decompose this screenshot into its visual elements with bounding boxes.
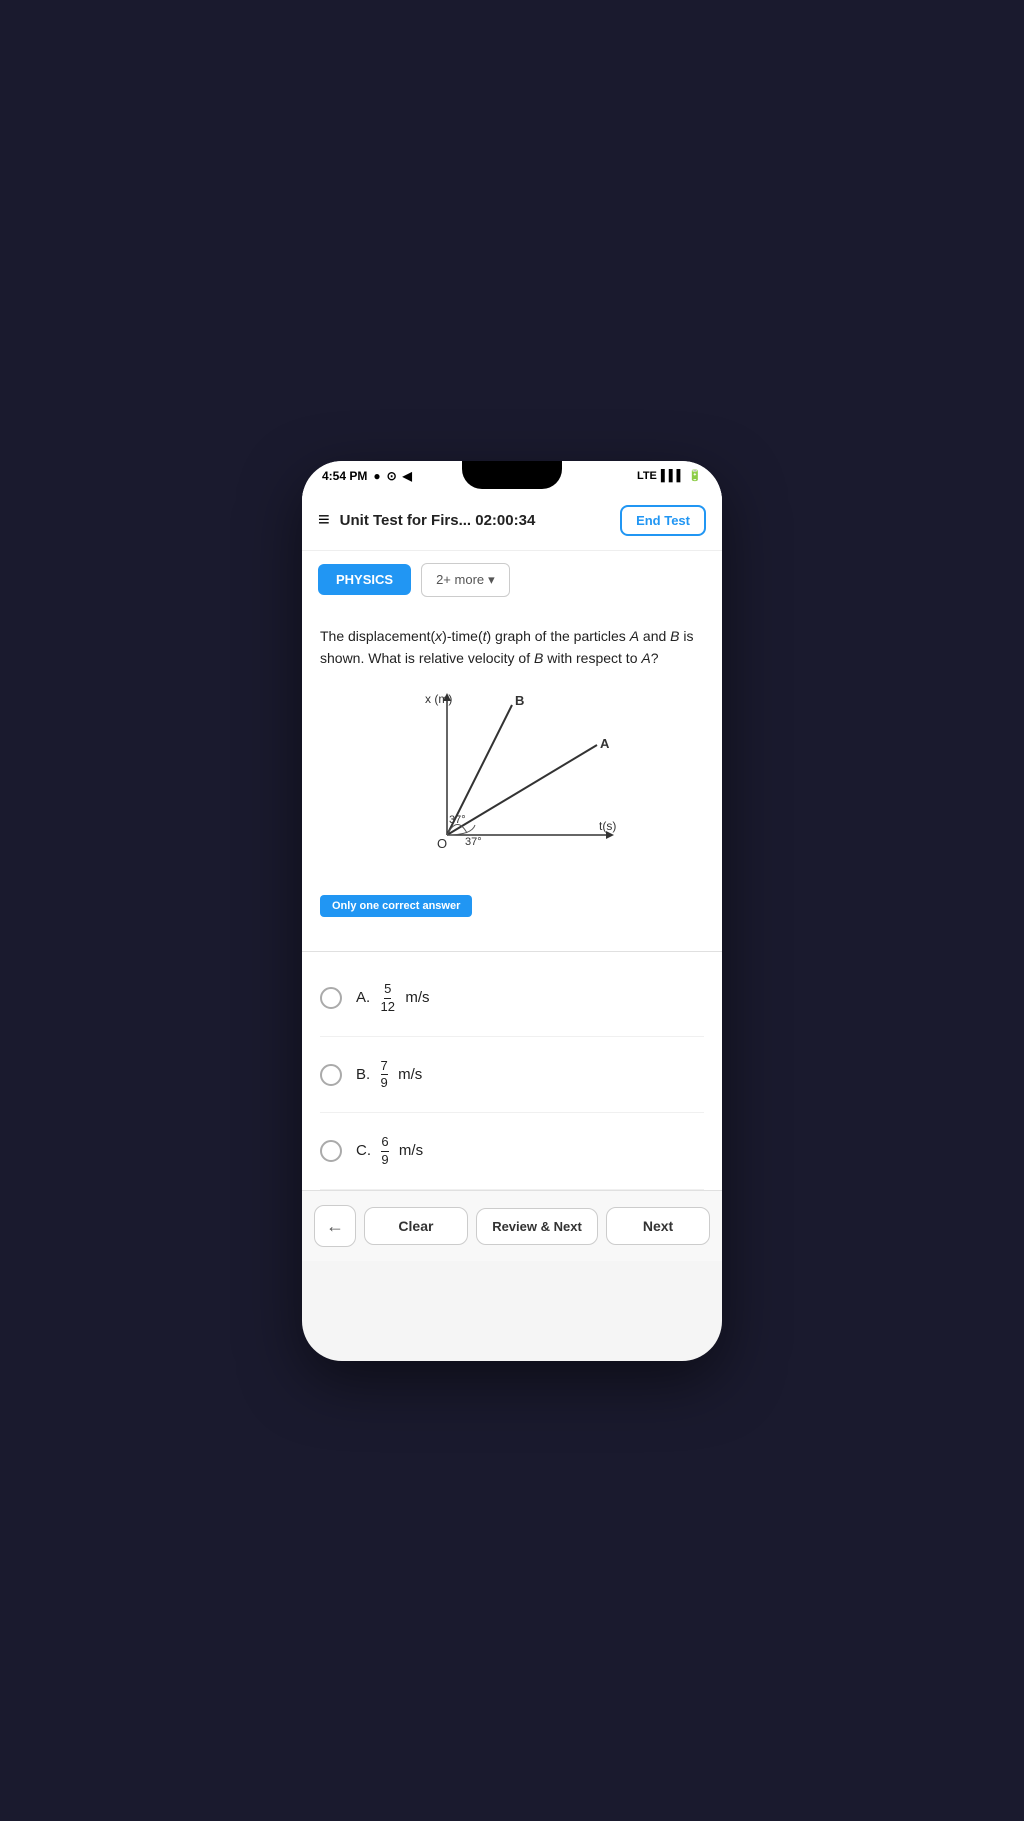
physics-tab[interactable]: PHYSICS: [318, 564, 411, 595]
network-label: LTE: [637, 470, 657, 482]
svg-text:37°: 37°: [465, 836, 482, 848]
subject-tabs: PHYSICS 2+ more ▾: [302, 551, 722, 609]
clear-button[interactable]: Clear: [364, 1207, 468, 1245]
graph-container: O x (m) t(s) B A: [320, 685, 704, 875]
app-header: ≡ Unit Test for Firs... 02:00:34 End Tes…: [302, 491, 722, 551]
page-title: Unit Test for Firs... 02:00:34: [340, 512, 536, 529]
arrow-left-icon: ←: [326, 1216, 344, 1237]
option-a-text: A. 5 12 m/s: [356, 982, 430, 1014]
menu-icon[interactable]: ≡: [318, 509, 330, 532]
chevron-down-icon: ▾: [488, 572, 495, 588]
radio-a[interactable]: [320, 987, 342, 1009]
header-left: ≡ Unit Test for Firs... 02:00:34: [318, 509, 535, 532]
app-content: ≡ Unit Test for Firs... 02:00:34 End Tes…: [302, 491, 722, 1262]
radio-c[interactable]: [320, 1140, 342, 1162]
time-display: 4:54 PM: [322, 469, 367, 483]
location-icon: ◀: [403, 469, 412, 483]
battery-icon: 🔋: [688, 469, 702, 482]
bottom-bar: ← Clear Review & Next Next: [302, 1190, 722, 1261]
svg-text:37°: 37°: [449, 814, 466, 826]
option-b[interactable]: B. 7 9 m/s: [320, 1037, 704, 1114]
status-right: LTE ▌▌▌ 🔋: [637, 469, 702, 482]
options-area: A. 5 12 m/s B. 7 9 m/s: [302, 960, 722, 1190]
divider-1: [302, 951, 722, 952]
svg-text:O: O: [437, 836, 447, 851]
wifi-icon: ⊙: [387, 469, 397, 483]
back-button[interactable]: ←: [314, 1205, 356, 1247]
option-c-text: C. 6 9 m/s: [356, 1135, 423, 1167]
notch: [462, 461, 562, 489]
answer-badge: Only one correct answer: [320, 895, 472, 917]
svg-text:A: A: [600, 736, 610, 751]
more-tabs-button[interactable]: 2+ more ▾: [421, 563, 510, 597]
svg-text:x (m): x (m): [425, 692, 452, 706]
graph-svg: O x (m) t(s) B A: [397, 685, 627, 875]
review-next-button[interactable]: Review & Next: [476, 1208, 598, 1245]
option-c[interactable]: C. 6 9 m/s: [320, 1113, 704, 1190]
signal-icon: ●: [373, 469, 380, 483]
radio-b[interactable]: [320, 1064, 342, 1086]
end-test-button[interactable]: End Test: [620, 505, 706, 536]
svg-text:t(s): t(s): [599, 819, 616, 833]
svg-text:B: B: [515, 693, 524, 708]
question-area: The displacement(x)-time(t) graph of the…: [302, 609, 722, 944]
status-left: 4:54 PM ● ⊙ ◀: [322, 469, 412, 483]
signal-bars-icon: ▌▌▌: [661, 470, 684, 482]
phone-frame: 4:54 PM ● ⊙ ◀ LTE ▌▌▌ 🔋 ≡ Unit Test for …: [302, 461, 722, 1361]
option-b-text: B. 7 9 m/s: [356, 1059, 422, 1091]
next-button[interactable]: Next: [606, 1207, 710, 1245]
option-a[interactable]: A. 5 12 m/s: [320, 960, 704, 1037]
question-text: The displacement(x)-time(t) graph of the…: [320, 625, 704, 670]
